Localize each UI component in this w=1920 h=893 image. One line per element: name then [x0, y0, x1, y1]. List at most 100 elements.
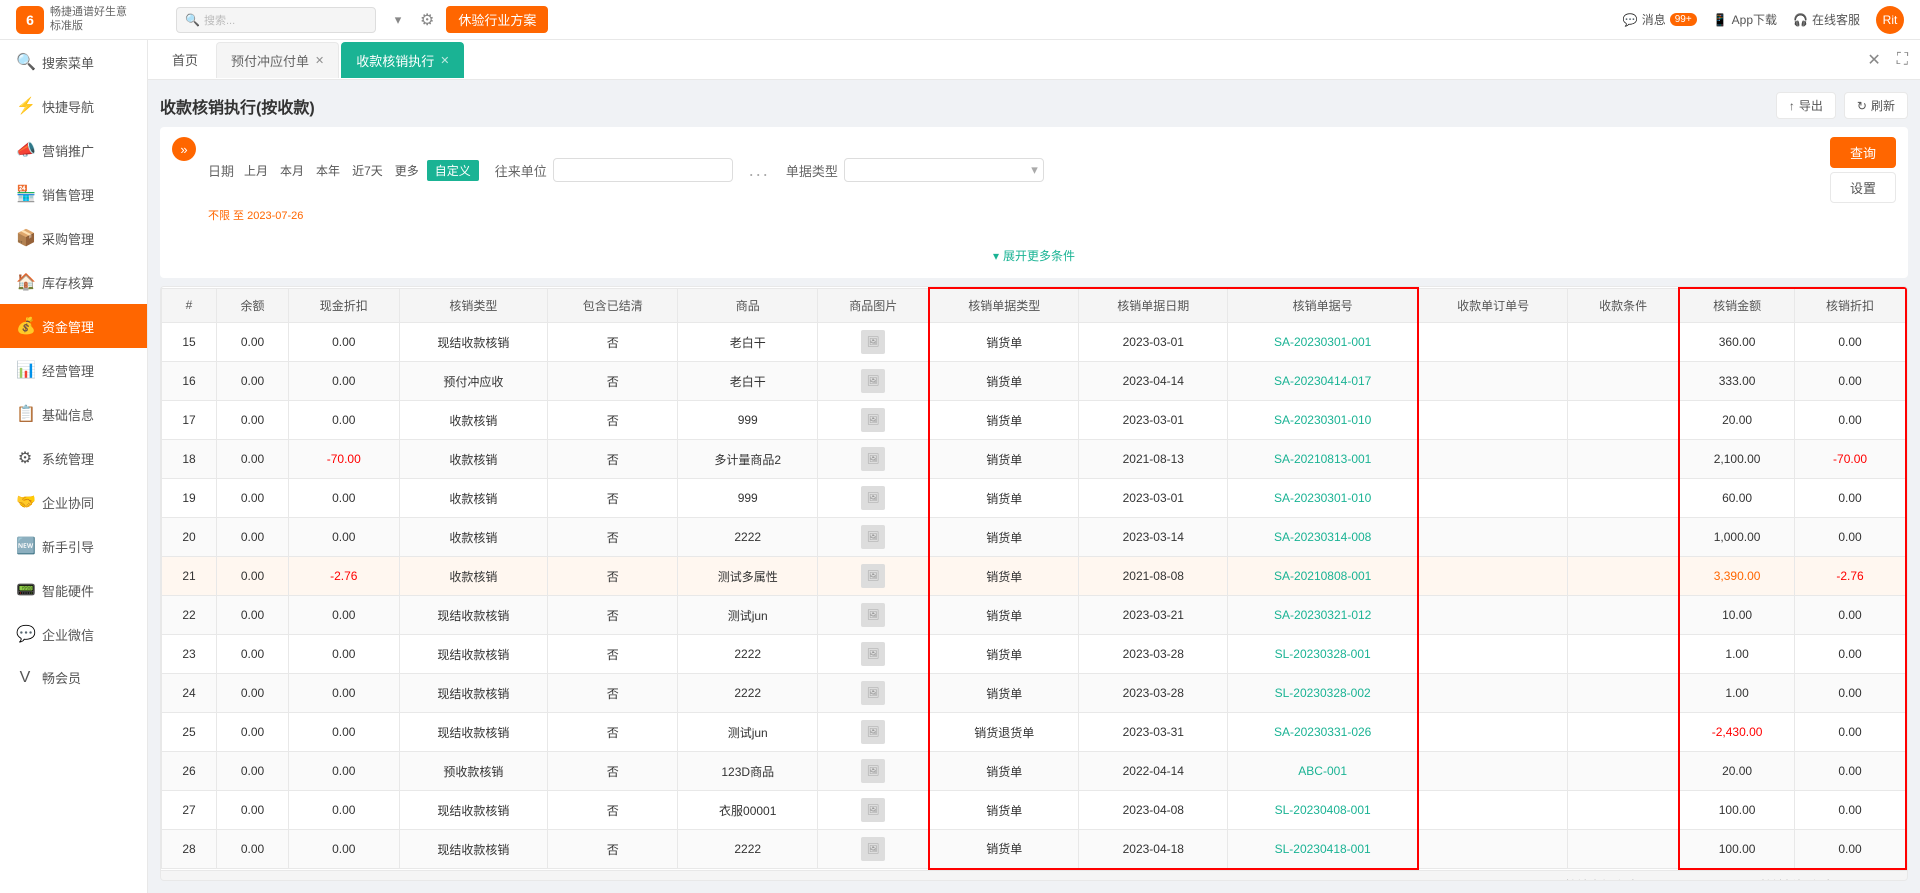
tab-收款核销执行[interactable]: 收款核销执行✕: [341, 42, 464, 78]
logo-icon: 6: [16, 6, 44, 34]
cell-3-8: 2021-08-13: [1079, 440, 1228, 479]
cell-13-9[interactable]: SL-20230418-001: [1228, 830, 1418, 869]
col-header-2: 现金折扣: [289, 288, 399, 323]
date-label: 日期: [208, 161, 234, 180]
bill-type-label: 单据类型: [786, 161, 838, 180]
table-row: 190.000.00收款核销否999🖼销货单2023-03-01SA-20230…: [162, 479, 1907, 518]
date-last-month[interactable]: 上月: [240, 160, 272, 181]
cell-1-11: [1568, 362, 1679, 401]
sidebar-item-finance[interactable]: 💰资金管理: [0, 304, 147, 348]
tab-close-icon[interactable]: ✕: [440, 54, 449, 67]
user-avatar[interactable]: Rit: [1876, 6, 1904, 34]
page-header: 收款核销执行(按收款) ↑ 导出 ↻ 刷新: [160, 92, 1908, 119]
online-service-action[interactable]: 🎧 在线客服: [1793, 11, 1860, 28]
cell-6-12: 3,390.00: [1679, 557, 1795, 596]
search-box: 🔍 搜索...: [176, 7, 376, 33]
cell-5-9[interactable]: SA-20230314-008: [1228, 518, 1418, 557]
cell-6-9[interactable]: SA-20210808-001: [1228, 557, 1418, 596]
data-table: #余额现金折扣核销类型包含已结清商品商品图片核销单据类型核销单据日期核销单据号收…: [161, 287, 1907, 870]
cell-1-3: 预付冲应收: [399, 362, 548, 401]
tab-home[interactable]: 首页: [156, 42, 214, 77]
sidebar-item-vip[interactable]: V畅会员: [0, 656, 147, 699]
cell-4-9[interactable]: SA-20230301-010: [1228, 479, 1418, 518]
filter-dots: ...: [749, 160, 770, 181]
date-more[interactable]: 更多: [391, 160, 423, 181]
cell-7-1: 0.00: [216, 596, 288, 635]
close-window-button[interactable]: ✕: [1863, 46, 1884, 74]
cell-11-5: 123D商品: [678, 752, 818, 791]
cell-7-9[interactable]: SA-20230321-012: [1228, 596, 1418, 635]
sidebar-item-inventory[interactable]: 🏠库存核算: [0, 260, 147, 304]
maximize-button[interactable]: ⛶: [1893, 46, 1912, 74]
bill-type-input[interactable]: [844, 158, 1044, 182]
date-this-year[interactable]: 本年: [312, 160, 344, 181]
cell-10-13: 0.00: [1795, 713, 1906, 752]
cell-12-9[interactable]: SL-20230408-001: [1228, 791, 1418, 830]
sidebar-item-basic[interactable]: 📋基础信息: [0, 392, 147, 436]
cell-10-8: 2023-03-31: [1079, 713, 1228, 752]
tab-预付冲应付单[interactable]: 预付冲应付单✕: [216, 42, 339, 78]
cell-3-4: 否: [548, 440, 678, 479]
cell-9-1: 0.00: [216, 674, 288, 713]
sidebar-item-guide[interactable]: 🆕新手引导: [0, 524, 147, 568]
sidebar-item-marketing[interactable]: 📣营销推广: [0, 128, 147, 172]
cell-3-9[interactable]: SA-20210813-001: [1228, 440, 1418, 479]
cell-9-12: 1.00: [1679, 674, 1795, 713]
col-header-9: 核销单据号: [1228, 288, 1418, 323]
date-custom[interactable]: 自定义: [427, 160, 479, 181]
sidebar-item-search[interactable]: 🔍搜索菜单: [0, 40, 147, 84]
cell-4-3: 收款核销: [399, 479, 548, 518]
tab-close-icon[interactable]: ✕: [315, 54, 324, 67]
setting-button[interactable]: 设置: [1830, 172, 1896, 203]
sidebar-item-wechat[interactable]: 💬企业微信: [0, 612, 147, 656]
logo-text: 畅捷通谱好生意 标准版: [50, 6, 127, 32]
date-7days[interactable]: 近7天: [348, 160, 387, 181]
sidebar-item-system[interactable]: ⚙系统管理: [0, 436, 147, 480]
header-actions: ↑ 导出 ↻ 刷新: [1776, 92, 1908, 119]
cell-10-6: 🖼: [818, 713, 929, 752]
table-row: 260.000.00预收款核销否123D商品🖼销货单2022-04-14ABC-…: [162, 752, 1907, 791]
total-discount-value: 952.24: [1860, 878, 1897, 881]
cell-0-9[interactable]: SA-20230301-001: [1228, 323, 1418, 362]
cell-11-11: [1568, 752, 1679, 791]
cell-10-9[interactable]: SA-20230331-026: [1228, 713, 1418, 752]
sidebar-item-quicknav[interactable]: ⚡快捷导航: [0, 84, 147, 128]
cell-2-3: 收款核销: [399, 401, 548, 440]
expand-filter-button[interactable]: »: [172, 137, 196, 161]
from-unit-input[interactable]: [553, 158, 733, 182]
cell-1-9[interactable]: SA-20230414-017: [1228, 362, 1418, 401]
cell-9-9[interactable]: SL-20230328-002: [1228, 674, 1418, 713]
cell-13-11: [1568, 830, 1679, 869]
cell-1-6: 🖼: [818, 362, 929, 401]
cell-2-9[interactable]: SA-20230301-010: [1228, 401, 1418, 440]
cell-13-10: [1418, 830, 1568, 869]
app-download-action[interactable]: 📱 App下载: [1713, 11, 1777, 28]
cell-4-4: 否: [548, 479, 678, 518]
cell-7-10: [1418, 596, 1568, 635]
sidebar-item-hardware[interactable]: 📟智能硬件: [0, 568, 147, 612]
cell-1-5: 老白干: [678, 362, 818, 401]
cell-12-4: 否: [548, 791, 678, 830]
cell-1-10: [1418, 362, 1568, 401]
date-range-display: 不限 至 2023-07-26: [208, 207, 303, 223]
date-this-month[interactable]: 本月: [276, 160, 308, 181]
dropdown-icon[interactable]: ▾: [395, 12, 402, 28]
solution-button[interactable]: 休验行业方案: [446, 6, 548, 33]
message-action[interactable]: 💬 消息 99+: [1623, 11, 1697, 28]
cell-2-4: 否: [548, 401, 678, 440]
refresh-button[interactable]: ↻ 刷新: [1844, 92, 1908, 119]
cell-11-9[interactable]: ABC-001: [1228, 752, 1418, 791]
query-button[interactable]: 查询: [1830, 137, 1896, 168]
table-row: 160.000.00预付冲应收否老白干🖼销货单2023-04-14SA-2023…: [162, 362, 1907, 401]
cell-3-3: 收款核销: [399, 440, 548, 479]
expand-more-button[interactable]: ▾ 展开更多条件: [993, 243, 1075, 268]
export-button[interactable]: ↑ 导出: [1776, 92, 1836, 119]
sidebar-item-corp[interactable]: 🤝企业协同: [0, 480, 147, 524]
basic-icon: 📋: [16, 404, 34, 424]
cell-3-10: [1418, 440, 1568, 479]
cell-8-9[interactable]: SL-20230328-001: [1228, 635, 1418, 674]
gear-button[interactable]: ⚙: [420, 10, 434, 30]
sidebar-item-sales[interactable]: 🏪销售管理: [0, 172, 147, 216]
sidebar-item-business[interactable]: 📊经营管理: [0, 348, 147, 392]
sidebar-item-purchase[interactable]: 📦采购管理: [0, 216, 147, 260]
